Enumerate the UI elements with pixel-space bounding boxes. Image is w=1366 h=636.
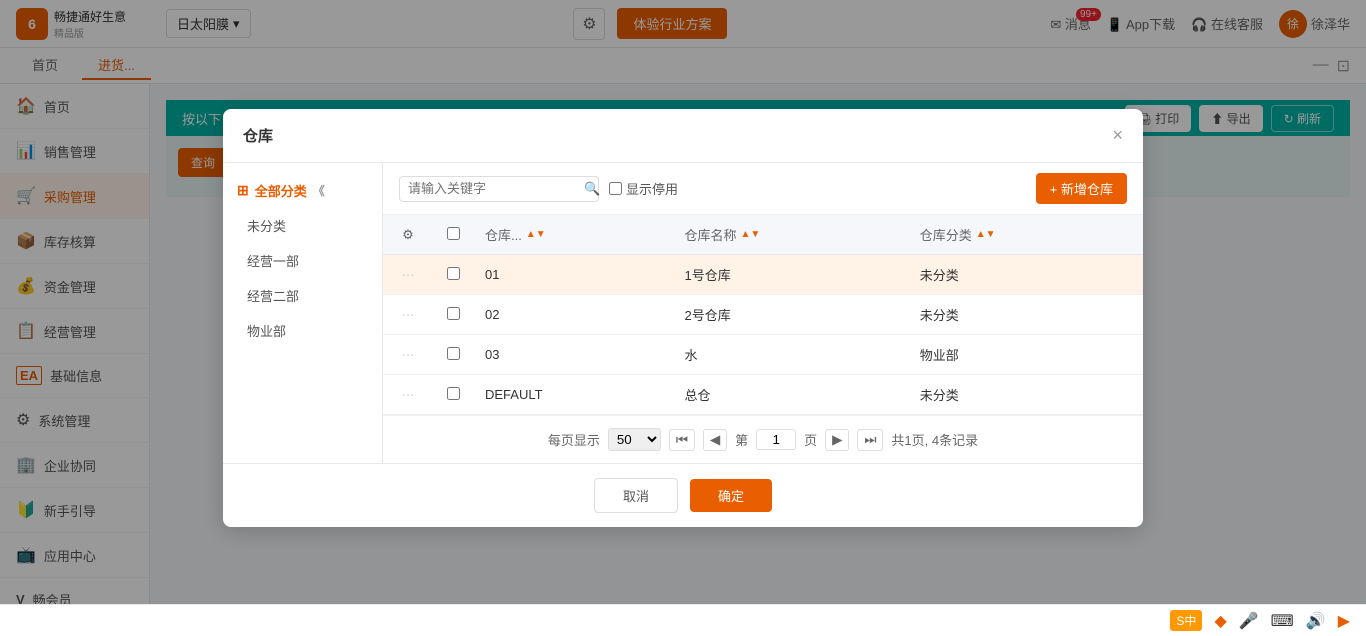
confirm-button[interactable]: 确定 xyxy=(690,479,772,512)
row-actions[interactable]: ··· xyxy=(383,375,433,415)
dialog-main: 🔍 显示停用 + 新增仓库 ⚙ xyxy=(383,163,1143,463)
bottom-arrow-icon[interactable]: ▶ xyxy=(1338,611,1350,631)
page-prev-button[interactable]: ◀ xyxy=(703,429,727,451)
sort-cat-icon: ▲▼ xyxy=(976,229,996,240)
row-code: 01 xyxy=(473,255,672,295)
bottom-diamond-icon[interactable]: ◆ xyxy=(1214,611,1226,631)
bottom-taskbar: S中 ◆ 🎤 ⌨ 🔊 ▶ xyxy=(0,604,1366,636)
warehouse-dialog: 仓库 × ⊞ 全部分类 《 未分类 经营一部 经营二部 物业部 xyxy=(223,109,1143,527)
row-checkbox[interactable] xyxy=(447,267,460,280)
select-all-checkbox[interactable] xyxy=(447,227,460,240)
search-icon[interactable]: 🔍 xyxy=(584,181,600,197)
collapse-icon[interactable]: 《 xyxy=(313,182,325,199)
col-header-category[interactable]: 仓库分类 ▲▼ xyxy=(908,215,1143,255)
category-header[interactable]: ⊞ 全部分类 《 xyxy=(223,173,382,208)
row-code: DEFAULT xyxy=(473,375,672,415)
col-header-gear: ⚙ xyxy=(383,215,433,255)
bottom-keyboard-icon[interactable]: ⌨ xyxy=(1271,611,1294,631)
page-first-button[interactable]: ⏮ xyxy=(669,429,695,451)
row-name: 2号仓库 xyxy=(672,295,907,335)
add-warehouse-button[interactable]: + 新增仓库 xyxy=(1036,173,1127,204)
row-category: 未分类 xyxy=(908,255,1143,295)
row-code: 02 xyxy=(473,295,672,335)
bottom-s-icon[interactable]: S中 xyxy=(1170,610,1202,631)
row-checkbox[interactable] xyxy=(447,307,460,320)
per-page-select[interactable]: 50 100 xyxy=(608,428,661,451)
row-name: 总仓 xyxy=(672,375,907,415)
dialog-toolbar: 🔍 显示停用 + 新增仓库 xyxy=(383,163,1143,215)
page-last-button[interactable]: ⏭ xyxy=(857,429,883,451)
dialog-body: ⊞ 全部分类 《 未分类 经营一部 经营二部 物业部 🔍 xyxy=(223,163,1143,463)
search-input[interactable] xyxy=(408,181,584,196)
cancel-button[interactable]: 取消 xyxy=(594,478,678,513)
page-next-button[interactable]: ▶ xyxy=(825,429,849,451)
sort-name-icon: ▲▼ xyxy=(741,229,761,240)
row-category: 物业部 xyxy=(908,335,1143,375)
category-item-unclassified[interactable]: 未分类 xyxy=(223,208,382,243)
dialog-category-sidebar: ⊞ 全部分类 《 未分类 经营一部 经营二部 物业部 xyxy=(223,163,383,463)
row-name: 水 xyxy=(672,335,907,375)
dialog-close-button[interactable]: × xyxy=(1112,125,1123,146)
row-actions[interactable]: ··· xyxy=(383,255,433,295)
show-disabled-checkbox[interactable]: 显示停用 xyxy=(609,179,678,198)
category-item-property[interactable]: 物业部 xyxy=(223,313,382,348)
table-row[interactable]: ··· 03 水 物业部 xyxy=(383,335,1143,375)
dialog-title: 仓库 xyxy=(243,125,273,146)
table-row[interactable]: ··· DEFAULT 总仓 未分类 xyxy=(383,375,1143,415)
row-checkbox-cell xyxy=(433,335,473,375)
table-row[interactable]: ··· 01 1号仓库 未分类 xyxy=(383,255,1143,295)
row-actions[interactable]: ··· xyxy=(383,295,433,335)
row-checkbox[interactable] xyxy=(447,347,460,360)
sort-code-icon: ▲▼ xyxy=(526,229,546,240)
total-records: 共1页, 4条记录 xyxy=(891,430,978,449)
dialog-header: 仓库 × xyxy=(223,109,1143,163)
col-header-check xyxy=(433,215,473,255)
row-code: 03 xyxy=(473,335,672,375)
page-label: 第 xyxy=(735,430,748,449)
page-label2: 页 xyxy=(804,430,817,449)
per-page-label: 每页显示 xyxy=(548,430,600,449)
row-category: 未分类 xyxy=(908,375,1143,415)
col-header-name[interactable]: 仓库名称 ▲▼ xyxy=(672,215,907,255)
dialog-footer: 取消 确定 xyxy=(223,463,1143,527)
category-all-label: 全部分类 xyxy=(255,181,307,200)
modal-overlay: 仓库 × ⊞ 全部分类 《 未分类 经营一部 经营二部 物业部 xyxy=(0,0,1366,636)
warehouse-table: ⚙ 仓库... ▲▼ 仓库名称 xyxy=(383,215,1143,415)
bottom-speaker-icon[interactable]: 🔊 xyxy=(1306,611,1326,631)
grid-icon: ⊞ xyxy=(237,182,249,199)
bottom-mic-icon[interactable]: 🎤 xyxy=(1239,611,1259,631)
table-row[interactable]: ··· 02 2号仓库 未分类 xyxy=(383,295,1143,335)
row-category: 未分类 xyxy=(908,295,1143,335)
category-item-ops2[interactable]: 经营二部 xyxy=(223,278,382,313)
category-item-ops1[interactable]: 经营一部 xyxy=(223,243,382,278)
page-number-input[interactable] xyxy=(756,429,796,450)
row-checkbox-cell xyxy=(433,375,473,415)
row-actions[interactable]: ··· xyxy=(383,335,433,375)
search-box: 🔍 xyxy=(399,176,599,202)
row-checkbox[interactable] xyxy=(447,387,460,400)
row-name: 1号仓库 xyxy=(672,255,907,295)
row-checkbox-cell xyxy=(433,295,473,335)
pagination: 每页显示 50 100 ⏮ ◀ 第 页 ▶ ⏭ 共1页, 4条记录 xyxy=(383,415,1143,463)
col-header-code[interactable]: 仓库... ▲▼ xyxy=(473,215,672,255)
row-checkbox-cell xyxy=(433,255,473,295)
show-disabled-check[interactable] xyxy=(609,182,622,195)
